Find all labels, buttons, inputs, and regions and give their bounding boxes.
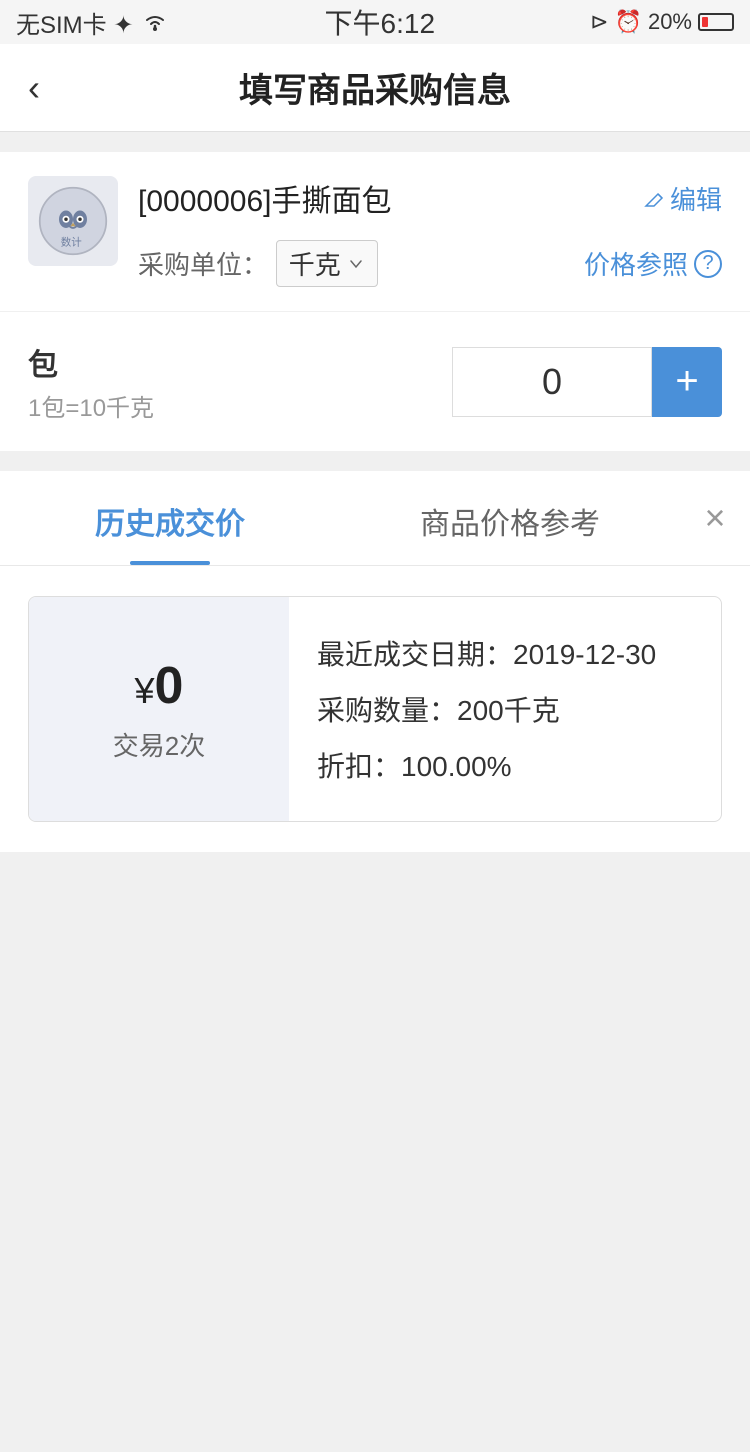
product-name: [0000006]手撕面包 [138,176,391,220]
product-header: 数计 [0000006]手撕面包 编辑 采购单位： [28,176,722,287]
edit-icon [642,186,666,210]
purchase-unit-label: 采购单位： [138,250,268,280]
carrier-text: 无SIM卡 ✦ [16,5,133,40]
discount-line: 折扣：100.00% [317,745,693,785]
price-card: ¥0 交易2次 最近成交日期：2019-12-30 采购数量：200千克 折扣：… [28,596,722,822]
quantity-input-area: 0 + [452,347,722,417]
quantity-plus-button[interactable]: + [652,347,722,417]
unit-selector[interactable]: 千克 [276,240,378,287]
quantity-conversion: 1包=10千克 [28,388,154,423]
tabs-header: 历史成交价 商品价格参考 × [0,471,750,566]
purchase-unit-row: 采购单位： 千克 价格参照 ? [138,240,722,287]
currency-symbol: ¥ [135,670,155,711]
price-reference-button[interactable]: 价格参照 ? [584,245,722,282]
chevron-down-icon [347,255,365,273]
price-card-right: 最近成交日期：2019-12-30 采购数量：200千克 折扣：100.00% [289,597,721,821]
product-logo: 数计 [38,186,108,256]
tabs-section: 历史成交价 商品价格参考 × ¥0 交易2次 最近成交日期：2019-12-30… [0,471,750,852]
tab-history-price[interactable]: 历史成交价 [0,471,340,565]
product-section: 数计 [0000006]手撕面包 编辑 采购单位： [0,152,750,311]
nav-bar: ‹ 填写商品采购信息 [0,44,750,132]
wifi-icon [141,12,169,32]
page-title: 填写商品采购信息 [239,63,511,112]
product-thumbnail: 数计 [28,176,118,266]
product-info: [0000006]手撕面包 编辑 采购单位： 千克 [138,176,722,287]
status-bar: 无SIM卡 ✦ 下午6:12 ⊳ ⏰ 20% [0,0,750,44]
status-left: 无SIM卡 ✦ [16,5,169,40]
purchase-qty-line: 采购数量：200千克 [317,689,693,729]
quantity-value[interactable]: 0 [452,347,652,417]
trade-count: 交易2次 [113,726,205,763]
quantity-label-area: 包 1包=10千克 [28,340,154,423]
svg-text:数计: 数计 [61,236,82,249]
price-card-left: ¥0 交易2次 [29,597,289,821]
battery-icon [698,13,734,31]
location-icon: ⊳ [590,9,608,35]
back-button[interactable]: ‹ [28,67,40,109]
tab-content: ¥0 交易2次 最近成交日期：2019-12-30 采购数量：200千克 折扣：… [0,566,750,852]
help-icon: ? [694,250,722,278]
tabs-close-button[interactable]: × [680,483,750,553]
status-right: ⊳ ⏰ 20% [590,9,734,35]
product-name-row: [0000006]手撕面包 编辑 [138,176,722,220]
recent-date-line: 最近成交日期：2019-12-30 [317,633,693,673]
status-time: 下午6:12 [325,2,436,42]
tab-product-price-ref[interactable]: 商品价格参考 [340,471,680,565]
battery-percent: 20% [648,9,692,35]
purchase-unit-label-area: 采购单位： 千克 [138,240,378,287]
quantity-section: 包 1包=10千克 0 + [0,312,750,451]
quantity-unit: 包 [28,340,154,384]
main-background [0,852,750,1452]
edit-button[interactable]: 编辑 [642,180,722,217]
price-amount: ¥0 [135,656,184,716]
alarm-icon: ⏰ [615,9,642,35]
